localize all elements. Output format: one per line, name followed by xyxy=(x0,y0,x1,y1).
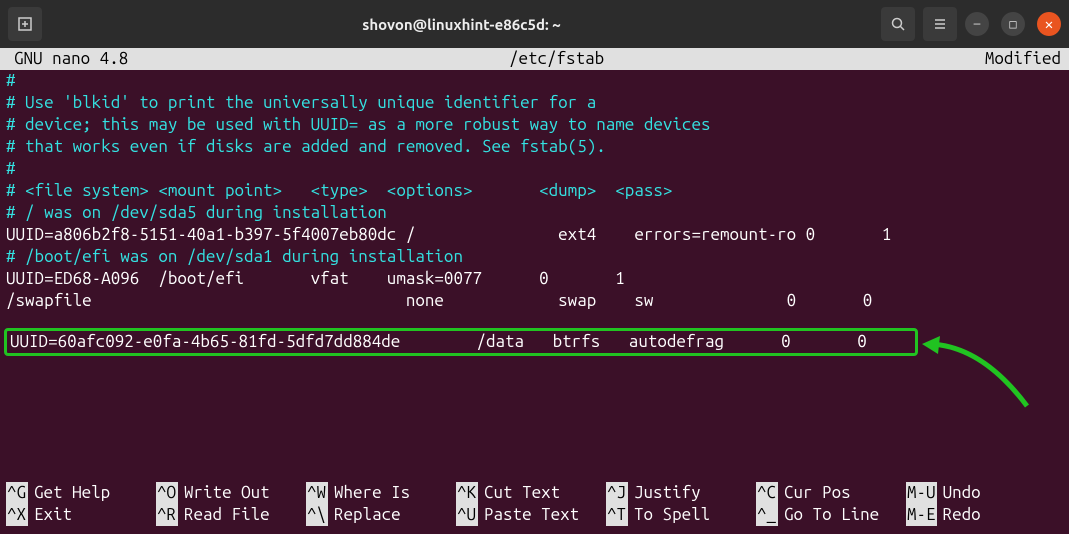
new-tab-button[interactable] xyxy=(8,7,42,41)
shortcut-label: Paste Text xyxy=(484,504,579,526)
shortcut-row: ^G Get Help ^O Write Out ^W Where Is ^K Cut Tex… xyxy=(6,482,1063,504)
shortcut-item: ^U Paste Text xyxy=(456,504,606,526)
shortcut-label: To Spell xyxy=(634,504,710,526)
shortcut-item: ^X Exit xyxy=(6,504,156,526)
minimize-button[interactable]: — xyxy=(965,12,989,36)
shortcut-item: ^C Cur Pos xyxy=(756,482,906,504)
close-icon: ✕ xyxy=(1045,16,1053,33)
shortcut-row: ^X Exit ^R Read File ^\ Replace ^U Paste Text ^T… xyxy=(6,504,1063,526)
shortcut-item: M-E Redo xyxy=(906,504,1056,526)
editor-line: # Use 'blkid' to print the universally u… xyxy=(6,92,1063,114)
nano-modified-status: Modified xyxy=(985,48,1065,70)
shortcut-label: Go To Line xyxy=(784,504,879,526)
maximize-icon: □ xyxy=(1009,17,1016,31)
shortcut-item: ^O Write Out xyxy=(156,482,306,504)
search-button[interactable] xyxy=(881,7,915,41)
shortcut-label: Replace xyxy=(334,504,401,526)
close-button[interactable]: ✕ xyxy=(1037,12,1061,36)
shortcut-label: Get Help xyxy=(34,482,110,504)
shortcut-key: ^G xyxy=(6,482,28,504)
titlebar: shovon@linuxhint-e86c5d: ~ — □ ✕ xyxy=(0,0,1069,48)
editor-line: # xyxy=(6,158,1063,180)
shortcut-key: ^C xyxy=(756,482,778,504)
editor-line: /swapfile none swap sw 0 0 xyxy=(6,290,1063,312)
shortcut-item: ^T To Spell xyxy=(606,504,756,526)
highlighted-line: UUID=60afc092-e0fa-4b65-81fd-5dfd7dd884d… xyxy=(4,328,918,356)
menu-button[interactable] xyxy=(923,7,957,41)
shortcut-key: M-E xyxy=(906,504,937,526)
shortcut-label: Cur Pos xyxy=(784,482,851,504)
minimize-icon: — xyxy=(974,18,981,31)
window-title: shovon@linuxhint-e86c5d: ~ xyxy=(50,16,873,33)
nano-filename: /etc/fstab xyxy=(128,48,985,70)
shortcut-key: ^X xyxy=(6,504,28,526)
shortcut-item: ^K Cut Text xyxy=(456,482,606,504)
editor-line: # <file system> <mount point> <type> <op… xyxy=(6,180,1063,202)
nano-version: GNU nano 4.8 xyxy=(4,48,128,70)
editor-line: # device; this may be used with UUID= as… xyxy=(6,114,1063,136)
shortcut-key: ^R xyxy=(156,504,178,526)
shortcut-key: ^U xyxy=(456,504,478,526)
shortcut-key: ^\ xyxy=(306,504,328,526)
search-icon xyxy=(890,16,906,32)
shortcut-label: Exit xyxy=(34,504,72,526)
shortcut-label: Redo xyxy=(943,504,981,526)
hamburger-icon xyxy=(932,16,948,32)
shortcut-item: ^W Where Is xyxy=(306,482,456,504)
highlighted-line-text: UUID=60afc092-e0fa-4b65-81fd-5dfd7dd884d… xyxy=(10,331,867,353)
shortcut-item: ^R Read File xyxy=(156,504,306,526)
shortcut-item: M-U Undo xyxy=(906,482,1056,504)
shortcut-label: Read File xyxy=(184,504,270,526)
shortcut-label: Where Is xyxy=(334,482,410,504)
annotation-arrow-icon xyxy=(922,336,1042,416)
editor-line: # xyxy=(6,70,1063,92)
nano-shortcuts: ^G Get Help ^O Write Out ^W Where Is ^K Cut Tex… xyxy=(6,482,1063,526)
shortcut-key: ^K xyxy=(456,482,478,504)
shortcut-item: ^\ Replace xyxy=(306,504,456,526)
shortcut-label: Undo xyxy=(943,482,981,504)
editor-line: # / was on /dev/sda5 during installation xyxy=(6,202,1063,224)
nano-header: GNU nano 4.8 /etc/fstab Modified xyxy=(0,48,1069,70)
shortcut-item: ^J Justify xyxy=(606,482,756,504)
editor-area[interactable]: ## Use 'blkid' to print the universally … xyxy=(0,70,1069,312)
editor-line: UUID=ED68-A096 /boot/efi vfat umask=0077… xyxy=(6,268,1063,290)
shortcut-key: ^J xyxy=(606,482,628,504)
editor-line: UUID=a806b2f8-5151-40a1-b397-5f4007eb80d… xyxy=(6,224,1063,246)
shortcut-label: Write Out xyxy=(184,482,270,504)
shortcut-key: ^O xyxy=(156,482,178,504)
new-tab-icon xyxy=(17,16,33,32)
shortcut-item: ^_ Go To Line xyxy=(756,504,906,526)
shortcut-key: ^T xyxy=(606,504,628,526)
maximize-button[interactable]: □ xyxy=(1001,12,1025,36)
editor-line: # /boot/efi was on /dev/sda1 during inst… xyxy=(6,246,1063,268)
shortcut-key: M-U xyxy=(906,482,937,504)
shortcut-key: ^_ xyxy=(756,504,778,526)
editor-line: # that works even if disks are added and… xyxy=(6,136,1063,158)
shortcut-item: ^G Get Help xyxy=(6,482,156,504)
shortcut-label: Cut Text xyxy=(484,482,560,504)
shortcut-label: Justify xyxy=(634,482,701,504)
shortcut-key: ^W xyxy=(306,482,328,504)
